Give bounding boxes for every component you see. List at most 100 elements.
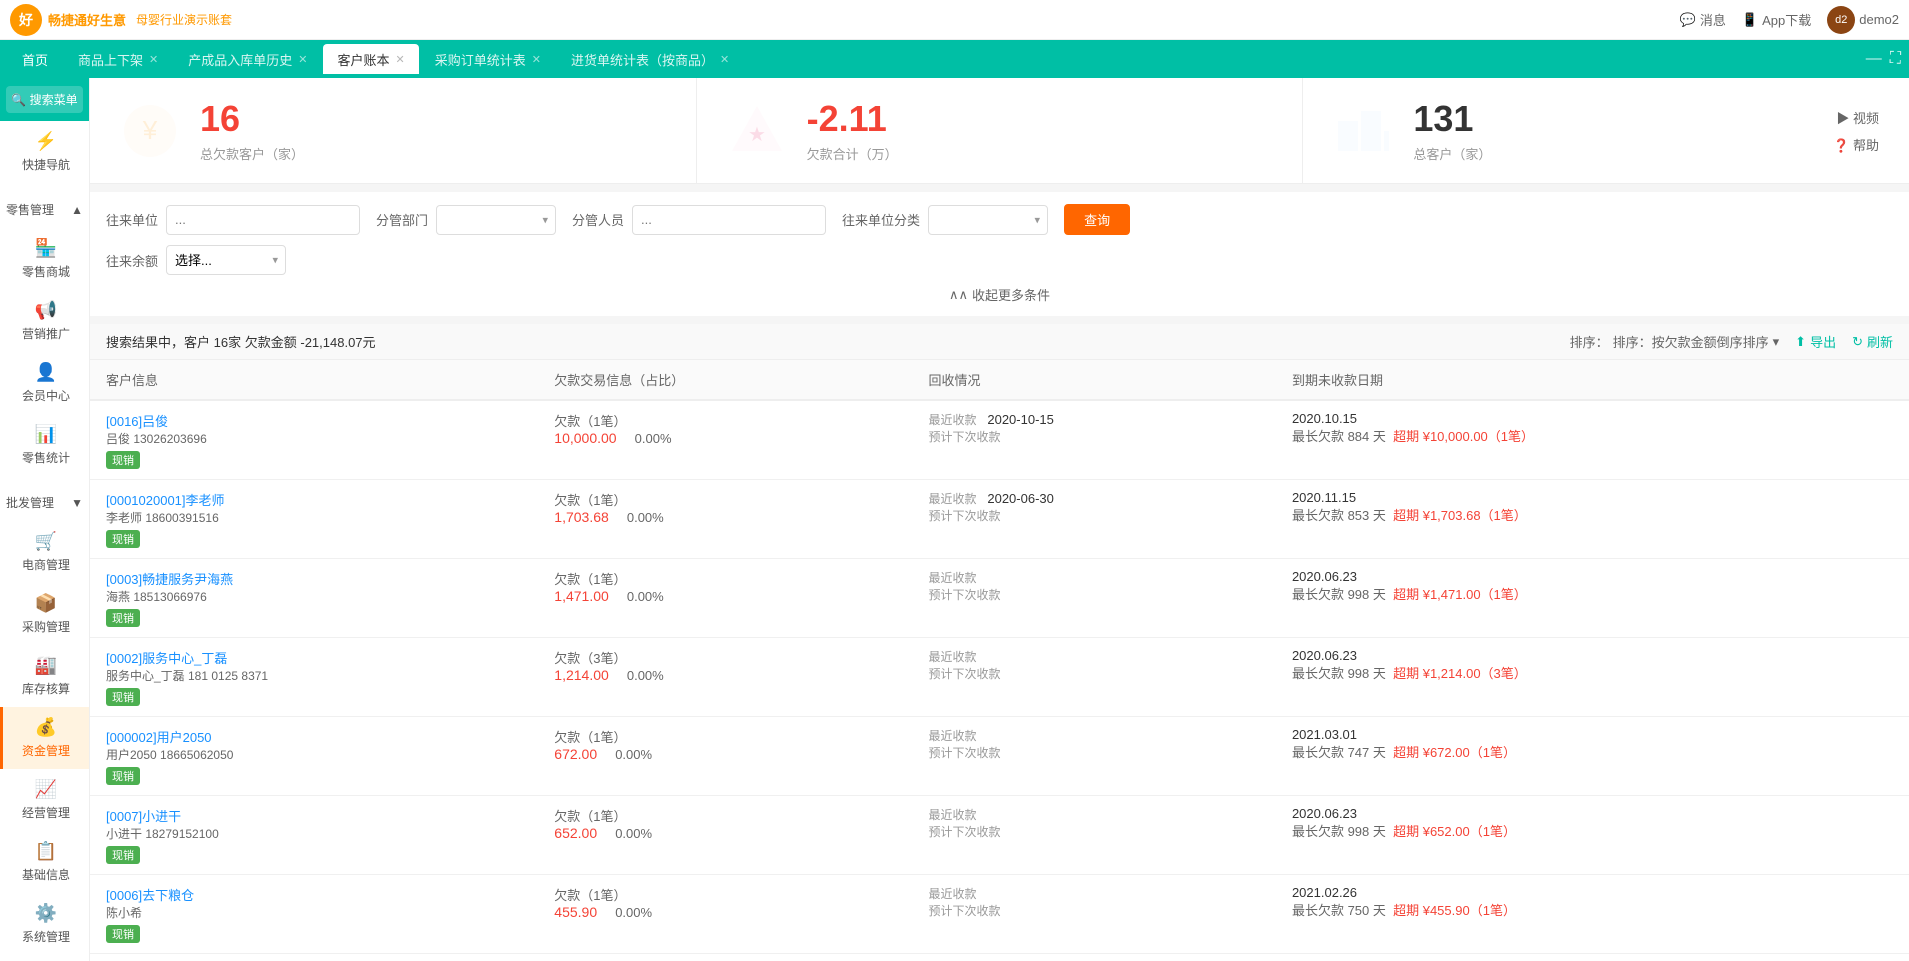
- sidebar-item-retail-mall[interactable]: 🏪 零售商城: [0, 228, 89, 290]
- operations-icon: 📈: [35, 779, 57, 800]
- overdue-date-4: 2021.03.01: [1292, 727, 1893, 742]
- sidebar-item-inventory[interactable]: 🏭 库存核算: [0, 645, 89, 707]
- stat-card-total-customers: 131 总客户（家） ▶ 视频 ❓ 帮助: [1303, 78, 1909, 183]
- filter-balance-wrap: 选择...: [166, 245, 286, 275]
- customer-name-3[interactable]: [0002]服务中心_丁磊: [106, 651, 227, 666]
- sidebar-inventory-label: 库存核算: [22, 680, 70, 697]
- sidebar-item-purchase[interactable]: 📦 采购管理: [0, 583, 89, 645]
- cell-debt-0: 欠款（1笔） 10,000.00 0.00%: [538, 400, 912, 480]
- purchase-icon: 📦: [35, 593, 57, 614]
- nav-tabs: 首页 商品上下架 ✕ 产成品入库单历史 ✕ 客户账本 ✕ 采购订单统计表 ✕ 进…: [0, 40, 1909, 78]
- customer-name-5[interactable]: [0007]小进干: [106, 809, 181, 824]
- filter-more-btn[interactable]: ∧∧ 收起更多条件: [949, 285, 1050, 304]
- sidebar-item-member[interactable]: 👤 会员中心: [0, 352, 89, 414]
- sidebar-item-batch-mgmt[interactable]: 批发管理 ▼: [0, 484, 89, 521]
- tab-production-close[interactable]: ✕: [298, 53, 307, 66]
- overdue-date-6: 2021.02.26: [1292, 885, 1893, 900]
- tab-customer-account[interactable]: 客户账本 ✕: [323, 44, 418, 74]
- tab-production[interactable]: 产成品入库单历史 ✕: [174, 44, 321, 74]
- sort-value: 排序：按欠款金额倒序排序: [1613, 332, 1769, 351]
- sidebar-search-area: 🔍 搜索菜单: [0, 78, 89, 121]
- sidebar-item-enterprise-coop[interactable]: 🤝 企业协同: [0, 955, 89, 961]
- collection-label-4: 最近收款: [929, 729, 977, 743]
- filter-category-wrap: [928, 205, 1048, 235]
- overdue-amount-3[interactable]: 超期 ¥1,214.00（3笔）: [1393, 666, 1527, 681]
- cell-overdue-0: 2020.10.15 最长欠款 884 天 超期 ¥10,000.00（1笔）: [1276, 400, 1909, 480]
- query-button[interactable]: 查询: [1064, 204, 1130, 235]
- overdue-days-6: 最长欠款 750 天: [1292, 903, 1390, 918]
- export-btn[interactable]: ⬆ 导出: [1795, 332, 1836, 351]
- cell-debt-4: 欠款（1笔） 672.00 0.00%: [538, 717, 912, 796]
- sidebar-item-operations[interactable]: 📈 经营管理: [0, 769, 89, 831]
- nav-maximize-btn[interactable]: ⛶: [1890, 50, 1901, 68]
- tab-purchase-order-close[interactable]: ✕: [532, 53, 541, 66]
- filter-category-label: 往来单位分类: [842, 210, 920, 229]
- overdue-amount-1[interactable]: 超期 ¥1,703.68（1笔）: [1393, 508, 1527, 523]
- sort-chevron-icon: ▾: [1773, 334, 1780, 350]
- customer-name-4[interactable]: [000002]用户2050: [106, 730, 212, 745]
- tab-purchase-order[interactable]: 采购订单统计表 ✕: [421, 44, 555, 74]
- sidebar-ecommerce-label: 电商管理: [22, 556, 70, 573]
- overdue-days-1: 最长欠款 853 天: [1292, 508, 1390, 523]
- customer-name-1[interactable]: [0001020001]李老师: [106, 493, 225, 508]
- tab-purchase-stat-close[interactable]: ✕: [720, 53, 729, 66]
- filter-balance-select[interactable]: 选择...: [166, 245, 286, 275]
- overdue-amount-5[interactable]: 超期 ¥652.00（1笔）: [1393, 824, 1516, 839]
- filter-dept-select[interactable]: [436, 205, 556, 235]
- stat-icon-debt: ¥: [120, 101, 180, 161]
- svg-text:¥: ¥: [142, 115, 158, 145]
- cell-debt-2: 欠款（1笔） 1,471.00 0.00%: [538, 559, 912, 638]
- overdue-amount-2[interactable]: 超期 ¥1,471.00（1笔）: [1393, 587, 1527, 602]
- result-bar: 搜索结果中，客户 16家 欠款金额 -21,148.07元 排序： 排序：按欠款…: [90, 324, 1909, 360]
- sidebar-item-ecommerce[interactable]: 🛒 电商管理: [0, 521, 89, 583]
- filter-category-select[interactable]: [928, 205, 1048, 235]
- help-btn[interactable]: ❓ 帮助: [1833, 135, 1879, 154]
- customer-tag-1: 现销: [106, 530, 140, 548]
- sidebar-item-basic[interactable]: 📋 基础信息: [0, 831, 89, 893]
- logo-text: 畅捷通好生意: [48, 10, 126, 29]
- user-menu-btn[interactable]: d2 demo2: [1827, 6, 1899, 34]
- table-row: [0016]吕俊 吕俊 13026203696 现销 欠款（1笔） 10,000…: [90, 400, 1909, 480]
- stat-number-total-customers: 131: [1413, 98, 1491, 140]
- tab-products-close[interactable]: ✕: [149, 53, 158, 66]
- overdue-amount-4[interactable]: 超期 ¥672.00（1笔）: [1393, 745, 1516, 760]
- tab-purchase-stat[interactable]: 进货单统计表（按商品） ✕: [557, 44, 743, 74]
- overdue-amount-6[interactable]: 超期 ¥455.90（1笔）: [1393, 903, 1516, 918]
- ecommerce-icon: 🛒: [35, 531, 57, 552]
- overdue-amount-0[interactable]: 超期 ¥10,000.00（1笔）: [1393, 429, 1534, 444]
- filter-supplier-input[interactable]: [166, 205, 360, 235]
- customer-tag-0: 现销: [106, 451, 140, 469]
- app-download-btn[interactable]: 📱 App下载: [1742, 10, 1811, 29]
- expand-icon-2: ▼: [71, 496, 83, 510]
- sidebar-item-retail-stat[interactable]: 📊 零售统计: [0, 414, 89, 476]
- sidebar-marketing-label: 营销推广: [22, 325, 70, 342]
- video-btn[interactable]: ▶ 视频: [1836, 108, 1879, 127]
- export-label: 导出: [1810, 332, 1836, 351]
- message-btn[interactable]: 💬 消息: [1680, 10, 1726, 29]
- sidebar-item-finance[interactable]: 💰 资金管理: [0, 707, 89, 769]
- next-collection-label-3: 预计下次收款: [929, 667, 1001, 681]
- refresh-btn[interactable]: ↻ 刷新: [1852, 332, 1893, 351]
- search-menu-btn[interactable]: 🔍 搜索菜单: [6, 86, 83, 113]
- tab-customer-account-close[interactable]: ✕: [396, 53, 405, 66]
- nav-minimize-btn[interactable]: —: [1866, 50, 1882, 68]
- demo-badge: 母婴行业演示账套: [136, 11, 232, 28]
- collection-date-0: 2020-10-15: [987, 412, 1054, 427]
- filter-person-input[interactable]: [632, 205, 826, 235]
- sidebar-item-marketing[interactable]: 📢 营销推广: [0, 290, 89, 352]
- customer-name-6[interactable]: [0006]去下粮仓: [106, 888, 194, 903]
- tab-products[interactable]: 商品上下架 ✕: [64, 44, 172, 74]
- sort-select[interactable]: 排序： 排序：按欠款金额倒序排序 ▾: [1570, 332, 1780, 351]
- customer-name-2[interactable]: [0003]畅捷服务尹海燕: [106, 572, 233, 587]
- sidebar-item-system[interactable]: ⚙️ 系统管理: [0, 893, 89, 955]
- sidebar-item-retail-mgmt[interactable]: 零售管理 ▲: [0, 191, 89, 228]
- customer-name-0[interactable]: [0016]吕俊: [106, 414, 168, 429]
- table-row: [0001020001]李老师 李老师 18600391516 现销 欠款（1笔…: [90, 480, 1909, 559]
- debt-count-3: 欠款（3笔）: [554, 648, 896, 667]
- cell-customer-4: [000002]用户2050 用户2050 18665062050 现销: [90, 717, 538, 796]
- sidebar-item-quick-nav[interactable]: ⚡ 快捷导航: [0, 121, 89, 183]
- result-customer-count: 16家: [214, 335, 241, 350]
- tab-home[interactable]: 首页: [8, 50, 62, 69]
- finance-icon: 💰: [35, 717, 57, 738]
- cell-debt-7: 欠款（1笔） 429.00 0.00%: [538, 954, 912, 961]
